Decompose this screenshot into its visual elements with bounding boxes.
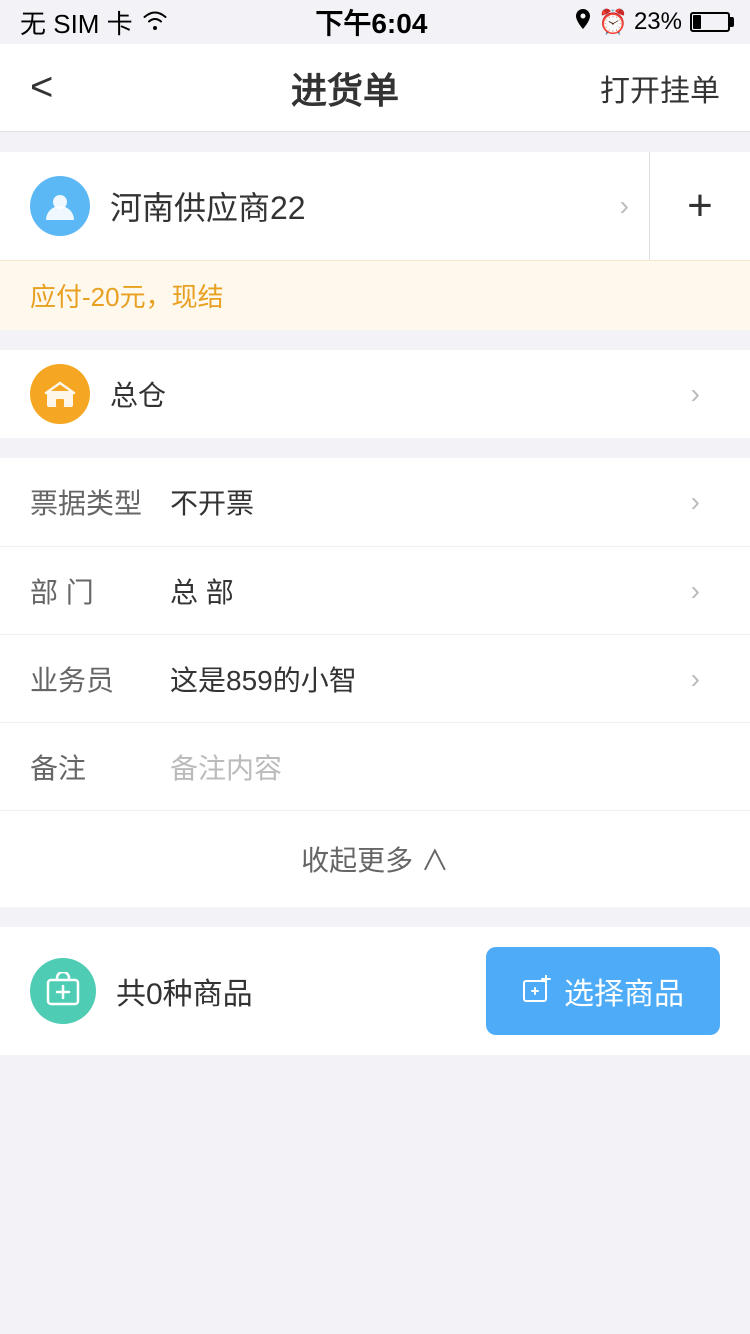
select-product-icon [522, 975, 554, 1007]
status-time: 下午6:04 [315, 2, 427, 42]
page-title: 进货单 [291, 62, 399, 114]
status-left: 无 SIM 卡 [20, 4, 169, 41]
warehouse-row[interactable]: 总仓 › [0, 350, 750, 438]
field-dept-label: 部 门 [30, 571, 170, 611]
field-ticket-label: 票据类型 [30, 482, 170, 522]
notice-text: 应付-20元，现结 [30, 282, 224, 312]
warehouse-icon-wrap [30, 364, 90, 424]
section-gap-4 [0, 907, 750, 927]
fields-section: 票据类型 不开票 › 部 门 总 部 › 业务员 这是859的小智 › 备注 备… [0, 458, 750, 907]
status-right: ⏰ 23% [574, 8, 730, 37]
section-gap-3 [0, 438, 750, 458]
warehouse-chevron-icon: › [691, 378, 700, 410]
alarm-icon: ⏰ [598, 8, 628, 37]
field-salesperson[interactable]: 业务员 这是859的小智 › [0, 634, 750, 722]
battery-icon [690, 12, 730, 32]
field-remark[interactable]: 备注 备注内容 [0, 722, 750, 810]
product-bar: 共0种商品 选择商品 [0, 927, 750, 1055]
field-sales-chevron: › [691, 663, 700, 695]
battery-percent: 23% [634, 8, 682, 36]
field-sales-label: 业务员 [30, 659, 170, 699]
carrier-label: 无 SIM 卡 [20, 4, 133, 41]
field-ticket-type[interactable]: 票据类型 不开票 › [0, 458, 750, 546]
wifi-icon [141, 7, 169, 38]
notice-bar: 应付-20元，现结 [0, 260, 750, 330]
field-sales-value: 这是859的小智 [170, 659, 671, 699]
supplier-chevron-icon: › [620, 190, 629, 222]
supplier-name: 河南供应商22 [110, 183, 600, 229]
field-ticket-chevron: › [691, 486, 700, 518]
back-button[interactable]: < [30, 65, 90, 110]
field-remark-label: 备注 [30, 747, 170, 787]
supplier-selector[interactable]: 河南供应商22 › [0, 152, 650, 260]
select-product-button[interactable]: 选择商品 [486, 947, 720, 1035]
warehouse-name: 总仓 [110, 374, 671, 414]
product-count: 共0种商品 [116, 969, 486, 1013]
section-gap-top [0, 132, 750, 152]
add-button[interactable]: + [650, 152, 750, 260]
nav-bar: < 进货单 打开挂单 [0, 44, 750, 132]
main-content: 河南供应商22 › + 应付-20元，现结 总仓 › 票据类型 不开票 › [0, 132, 750, 1334]
field-remark-value: 备注内容 [170, 747, 720, 787]
product-icon-wrap [30, 958, 96, 1024]
open-pending-button[interactable]: 打开挂单 [600, 66, 720, 110]
supplier-section: 河南供应商22 › + [0, 152, 750, 260]
supplier-avatar [30, 176, 90, 236]
status-bar: 无 SIM 卡 下午6:04 ⏰ 23% [0, 0, 750, 44]
field-department[interactable]: 部 门 总 部 › [0, 546, 750, 634]
select-product-label: 选择商品 [564, 969, 684, 1013]
location-icon [574, 8, 592, 37]
section-gap-2 [0, 330, 750, 350]
field-dept-value: 总 部 [170, 571, 671, 611]
collapse-button[interactable]: 收起更多 ∧ [0, 810, 750, 907]
field-dept-chevron: › [691, 575, 700, 607]
field-ticket-value: 不开票 [170, 482, 671, 522]
collapse-label: 收起更多 ∧ [301, 845, 449, 876]
